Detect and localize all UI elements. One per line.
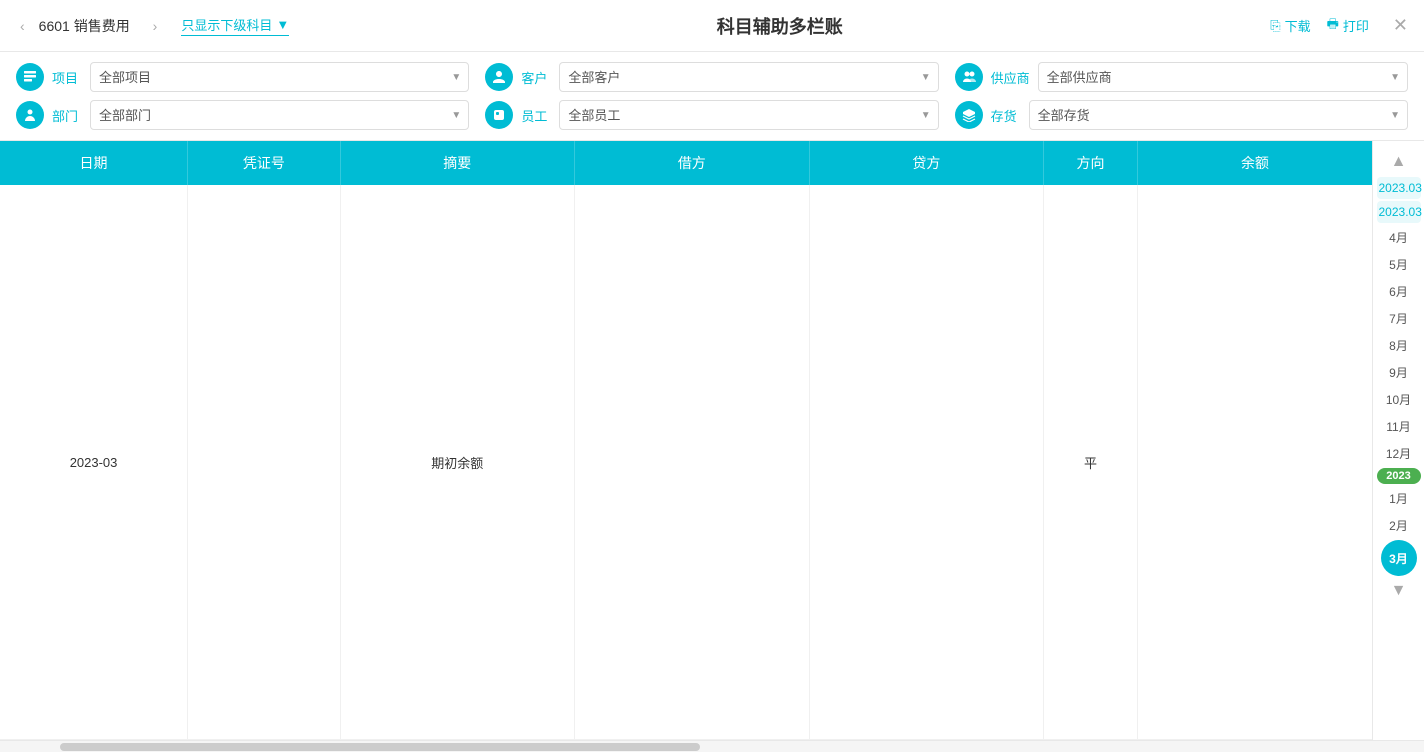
download-button[interactable]: ⎘ 下载 xyxy=(1270,16,1310,35)
supplier-label: 供应商 xyxy=(991,68,1030,87)
main-window: ‹ 6601 销售费用 › 只显示下级科目 ▼ 科目辅助多栏账 ⎘ 下载 🖶 打… xyxy=(0,0,1424,752)
col-date: 日期 xyxy=(0,141,188,185)
inventory-select[interactable]: 全部存货 xyxy=(1029,100,1408,130)
inventory-icon xyxy=(955,101,983,129)
customer-select-wrapper: 全部客户 ▼ xyxy=(559,62,938,92)
employee-label: 员工 xyxy=(521,106,551,125)
department-label: 部门 xyxy=(52,106,82,125)
data-table: 日期 凭证号 摘要 借方 贷方 方向 余额 2023-03 期初余额 xyxy=(0,141,1372,740)
project-label: 项目 xyxy=(52,68,82,87)
employee-icon xyxy=(485,101,513,129)
scrollbar-thumb xyxy=(60,743,700,751)
customer-select[interactable]: 全部客户 xyxy=(559,62,938,92)
department-icon xyxy=(16,101,44,129)
sidebar-month-9[interactable]: 9月 xyxy=(1377,360,1421,385)
top-bar: ‹ 6601 销售费用 › 只显示下级科目 ▼ 科目辅助多栏账 ⎘ 下载 🖶 打… xyxy=(0,0,1424,52)
cell-credit xyxy=(809,185,1044,740)
inventory-label: 存货 xyxy=(991,106,1021,125)
sidebar-month-5[interactable]: 5月 xyxy=(1377,252,1421,277)
sidebar-up-arrow[interactable]: ▲ xyxy=(1387,149,1411,175)
next-account-arrow[interactable]: › xyxy=(149,16,162,36)
sidebar-month-10[interactable]: 10月 xyxy=(1377,387,1421,412)
dropdown-arrow-icon: ▼ xyxy=(276,17,289,32)
filter-row-1: 项目 全部项目 ▼ 客户 全部客户 xyxy=(16,62,1408,92)
sidebar-month-7[interactable]: 7月 xyxy=(1377,306,1421,331)
sidebar-year-2023-badge[interactable]: 2023 xyxy=(1377,468,1421,484)
filter-bar: 项目 全部项目 ▼ 客户 全部客户 xyxy=(0,52,1424,141)
table-container: 日期 凭证号 摘要 借方 贷方 方向 余额 2023-03 期初余额 xyxy=(0,141,1424,740)
supplier-select-wrapper: 全部供应商 ▼ xyxy=(1038,62,1408,92)
customer-icon xyxy=(485,63,513,91)
show-sub-accounts-button[interactable]: 只显示下级科目 ▼ xyxy=(181,15,289,36)
project-select[interactable]: 全部项目 xyxy=(90,62,469,92)
cell-direction: 平 xyxy=(1044,185,1138,740)
customer-label: 客户 xyxy=(521,68,551,87)
filter-item-employee: 员工 全部员工 ▼ xyxy=(485,100,938,130)
col-summary: 摘要 xyxy=(340,141,575,185)
sidebar-month-2[interactable]: 2月 xyxy=(1377,513,1421,538)
prev-account-arrow[interactable]: ‹ xyxy=(16,16,29,36)
department-select[interactable]: 全部部门 xyxy=(90,100,469,130)
col-debit: 借方 xyxy=(575,141,810,185)
print-button[interactable]: 🖶 打印 xyxy=(1327,15,1369,37)
col-voucher: 凭证号 xyxy=(188,141,340,185)
sidebar-month-8[interactable]: 8月 xyxy=(1377,333,1421,358)
filter-item-inventory: 存货 全部存货 ▼ xyxy=(955,100,1408,130)
sidebar-month-12[interactable]: 12月 xyxy=(1377,441,1421,466)
inventory-select-wrapper: 全部存货 ▼ xyxy=(1029,100,1408,130)
sidebar-month-1[interactable]: 1月 xyxy=(1377,486,1421,511)
project-select-wrapper: 全部项目 ▼ xyxy=(90,62,469,92)
sidebar-month-11[interactable]: 11月 xyxy=(1377,414,1421,439)
filter-item-customer: 客户 全部客户 ▼ xyxy=(485,62,938,92)
sidebar-month-4[interactable]: 4月 xyxy=(1377,225,1421,250)
cell-voucher xyxy=(188,185,340,740)
sidebar-down-arrow[interactable]: ▼ xyxy=(1387,578,1411,604)
filter-item-department: 部门 全部部门 ▼ xyxy=(16,100,469,130)
table-row: 2023-03 期初余额 平 xyxy=(0,185,1372,740)
cell-debit xyxy=(575,185,810,740)
print-icon: 🖶 xyxy=(1327,15,1339,37)
employee-select-wrapper: 全部员工 ▼ xyxy=(559,100,938,130)
sidebar-month-3-active[interactable]: 3月 xyxy=(1381,540,1417,576)
supplier-icon xyxy=(955,63,983,91)
bottom-scrollbar[interactable] xyxy=(0,740,1424,752)
col-credit: 贷方 xyxy=(809,141,1044,185)
top-actions: ⎘ 下载 🖶 打印 ✕ xyxy=(1270,15,1408,37)
cell-date: 2023-03 xyxy=(0,185,188,740)
sidebar-month-2023-03-top1[interactable]: 2023.03 xyxy=(1377,177,1421,199)
project-icon xyxy=(16,63,44,91)
department-select-wrapper: 全部部门 ▼ xyxy=(90,100,469,130)
filter-row-2: 部门 全部部门 ▼ 员工 xyxy=(16,100,1408,130)
table-header-row: 日期 凭证号 摘要 借方 贷方 方向 余额 xyxy=(0,141,1372,185)
page-title: 科目辅助多栏账 xyxy=(299,13,1260,39)
download-icon: ⎘ xyxy=(1270,18,1280,34)
employee-select[interactable]: 全部员工 xyxy=(559,100,938,130)
right-sidebar: ▲ 2023.03 2023.03 4月 5月 6月 7月 8月 xyxy=(1372,141,1424,740)
close-button[interactable]: ✕ xyxy=(1393,15,1408,36)
cell-balance xyxy=(1137,185,1372,740)
account-code-label: 6601 销售费用 xyxy=(39,16,139,36)
supplier-select[interactable]: 全部供应商 xyxy=(1038,62,1408,92)
col-balance: 余额 xyxy=(1137,141,1372,185)
filter-item-supplier: 供应商 全部供应商 ▼ xyxy=(955,62,1408,92)
col-direction: 方向 xyxy=(1044,141,1138,185)
filter-item-project: 项目 全部项目 ▼ xyxy=(16,62,469,92)
sidebar-month-2023-03-top2[interactable]: 2023.03 xyxy=(1377,201,1421,223)
sidebar-month-6[interactable]: 6月 xyxy=(1377,279,1421,304)
cell-summary: 期初余额 xyxy=(340,185,575,740)
